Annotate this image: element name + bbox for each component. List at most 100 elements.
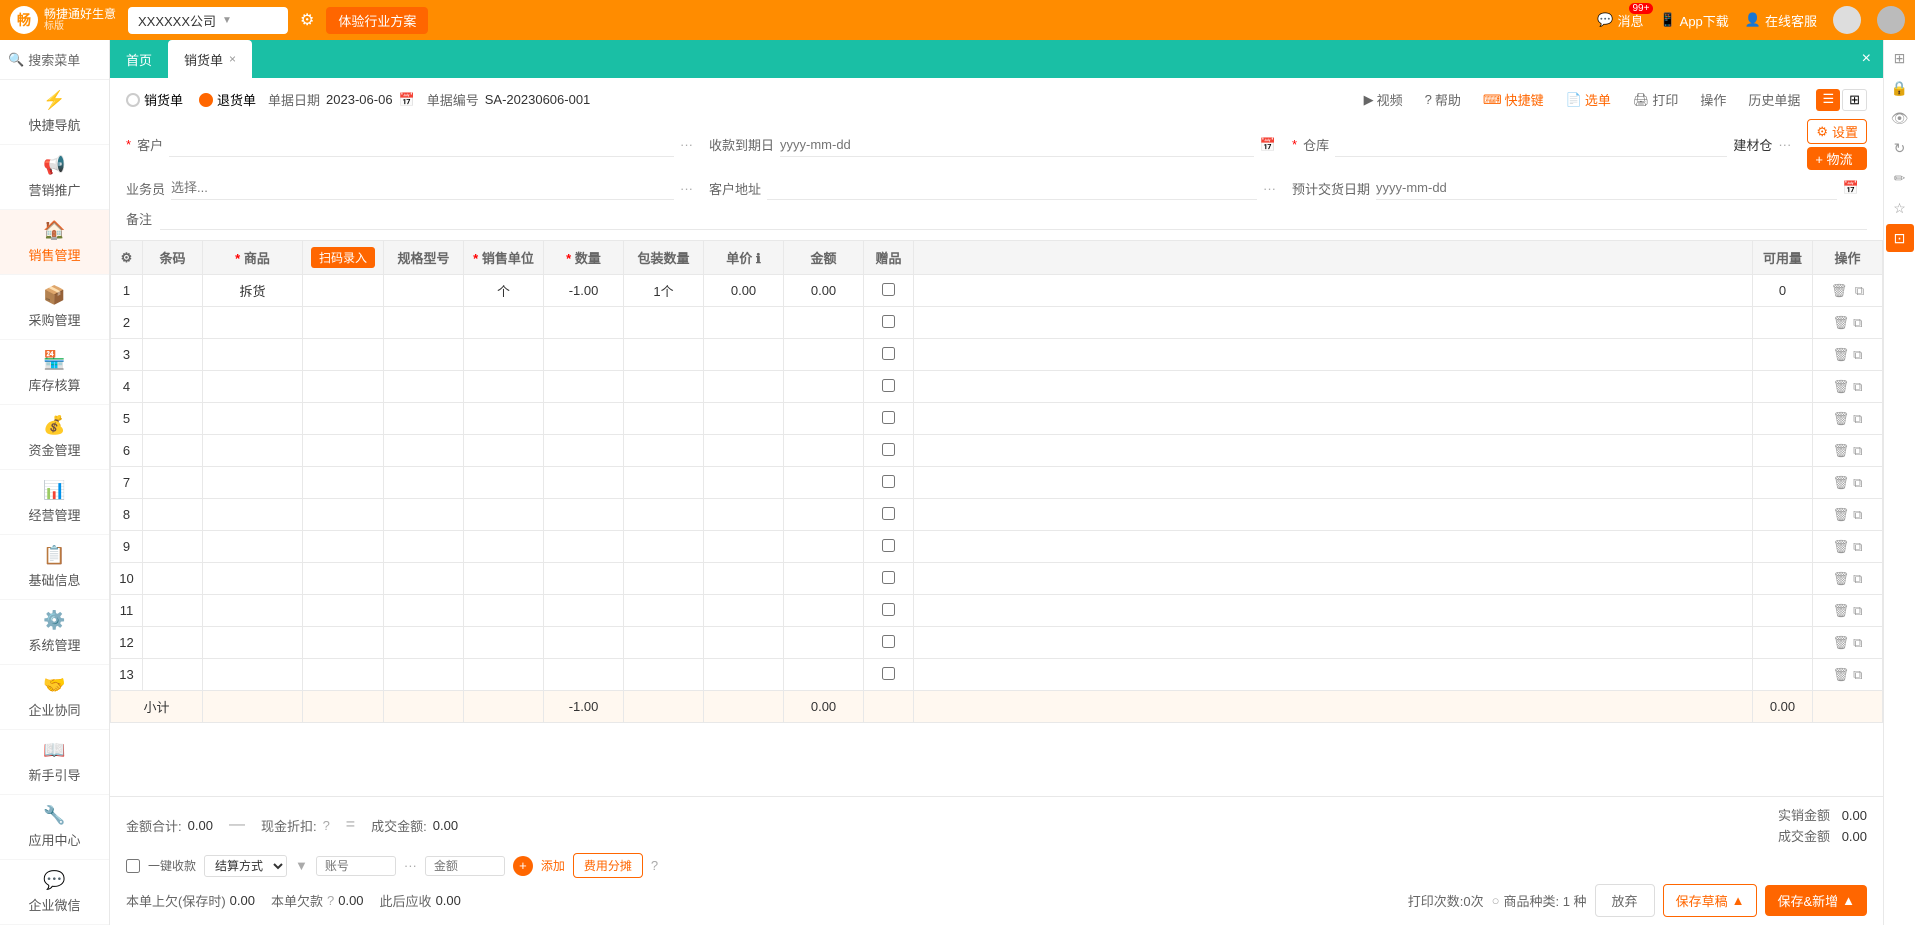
save-new-button[interactable]: 保存&新增 ▲ xyxy=(1765,885,1867,916)
fee-help-icon[interactable]: ? xyxy=(651,858,658,873)
cash-discount-help-icon[interactable]: ? xyxy=(323,818,330,833)
row-gift[interactable] xyxy=(864,275,914,307)
remarks-input[interactable] xyxy=(160,206,1867,230)
delete-icon[interactable]: 🗑 xyxy=(1833,411,1850,426)
radio-sale[interactable]: 销货单 xyxy=(126,90,183,109)
rs-eye-icon[interactable]: 👁 xyxy=(1886,104,1914,132)
rs-edit-icon[interactable]: ✏ xyxy=(1886,164,1914,192)
expected-calendar-icon[interactable]: 📅 xyxy=(1843,180,1859,196)
delete-icon[interactable]: 🗑 xyxy=(1833,571,1850,586)
toolbar-help[interactable]: ? 帮助 xyxy=(1419,88,1467,111)
sidebar-item-purchase[interactable]: 📦 采购管理 xyxy=(0,275,109,340)
delete-icon[interactable]: 🗑 xyxy=(1833,635,1850,650)
sidebar-item-basic-info[interactable]: 📋 基础信息 xyxy=(0,535,109,600)
avatar[interactable] xyxy=(1833,6,1861,34)
account-input[interactable] xyxy=(316,856,396,876)
logistics-button[interactable]: + 物流 xyxy=(1807,147,1867,170)
copy-icon[interactable]: ⧉ xyxy=(1853,475,1862,490)
rs-refresh-icon[interactable]: ↻ xyxy=(1886,134,1914,162)
salesperson-input[interactable] xyxy=(171,176,674,200)
deficit-help-icon[interactable]: ? xyxy=(327,893,334,908)
copy-icon[interactable]: ⧉ xyxy=(1853,539,1862,554)
copy-icon[interactable]: ⧉ xyxy=(1853,571,1862,586)
save-draft-button[interactable]: 保存草稿 ▲ xyxy=(1663,884,1758,917)
payment-date-input[interactable] xyxy=(780,133,1254,157)
sidebar-item-quick-nav[interactable]: ⚡ 快捷导航 xyxy=(0,80,109,145)
toolbar-shortcut[interactable]: ⌨ 快捷键 xyxy=(1477,88,1550,111)
row-pack-qty[interactable]: 1个 xyxy=(624,275,704,307)
copy-icon[interactable]: ⧉ xyxy=(1855,283,1864,298)
sidebar-item-enterprise[interactable]: 🤝 企业协同 xyxy=(0,665,109,730)
copy-icon[interactable]: ⧉ xyxy=(1853,507,1862,522)
abandon-button[interactable]: 放弃 xyxy=(1595,884,1655,917)
sidebar-item-system[interactable]: ⚙️ 系统管理 xyxy=(0,600,109,665)
copy-icon[interactable]: ⧉ xyxy=(1853,667,1862,682)
tab-home[interactable]: 首页 xyxy=(110,40,168,78)
row-spec[interactable] xyxy=(384,275,464,307)
settings-button[interactable]: ⚙ 设置 xyxy=(1807,119,1867,144)
company-selector[interactable]: XXXXXX公司 ▼ xyxy=(128,7,288,34)
gift-checkbox[interactable] xyxy=(882,667,895,680)
add-payment-button[interactable]: + xyxy=(513,856,533,876)
sidebar-item-wechat[interactable]: 💬 企业微信 xyxy=(0,860,109,925)
product-types-radio-icon[interactable]: ○ xyxy=(1492,893,1500,908)
gift-checkbox[interactable] xyxy=(882,283,895,296)
toolbar-history[interactable]: 历史单据 xyxy=(1742,88,1806,111)
gift-checkbox[interactable] xyxy=(882,635,895,648)
delete-icon[interactable]: 🗑 xyxy=(1831,283,1848,298)
delete-icon[interactable]: 🗑 xyxy=(1833,667,1850,682)
delete-icon[interactable]: 🗑 xyxy=(1833,315,1850,330)
payment-calendar-icon[interactable]: 📅 xyxy=(1260,137,1276,153)
gift-checkbox[interactable] xyxy=(882,379,895,392)
gift-checkbox[interactable] xyxy=(882,507,895,520)
copy-icon[interactable]: ⧉ xyxy=(1853,635,1862,650)
toolbar-select[interactable]: 📄 选单 xyxy=(1560,88,1617,111)
col-settings-header[interactable]: ⚙ xyxy=(111,241,143,275)
sidebar-item-finance[interactable]: 💰 资金管理 xyxy=(0,405,109,470)
tab-close-icon[interactable]: × xyxy=(229,52,236,66)
gift-checkbox[interactable] xyxy=(882,475,895,488)
copy-icon[interactable]: ⧉ xyxy=(1853,347,1862,362)
gift-checkbox[interactable] xyxy=(882,539,895,552)
salesperson-dots[interactable]: ··· xyxy=(680,181,693,196)
scan-button[interactable]: 扫码录入 xyxy=(311,247,375,268)
gift-checkbox[interactable] xyxy=(882,411,895,424)
delete-icon[interactable]: 🗑 xyxy=(1833,539,1850,554)
sidebar-item-sales[interactable]: 🏠 销售管理 xyxy=(0,210,109,275)
gift-checkbox[interactable] xyxy=(882,443,895,456)
customer-dots[interactable]: ··· xyxy=(680,137,693,152)
row-unit[interactable]: 个 xyxy=(464,275,544,307)
sidebar-item-marketing[interactable]: 📢 营销推广 xyxy=(0,145,109,210)
row-quantity[interactable]: -1.00 xyxy=(544,275,624,307)
delete-icon[interactable]: 🗑 xyxy=(1833,443,1850,458)
row-product[interactable]: 拆货 xyxy=(203,275,303,307)
copy-icon[interactable]: ⧉ xyxy=(1853,443,1862,458)
sidebar-item-guide[interactable]: 📖 新手引导 xyxy=(0,730,109,795)
fee-split-button[interactable]: 费用分摊 xyxy=(573,853,643,878)
app-download-button[interactable]: 📱 App下载 xyxy=(1659,11,1728,30)
one-click-payment-checkbox[interactable] xyxy=(126,859,140,873)
row-amount[interactable]: 0.00 xyxy=(784,275,864,307)
customer-addr-input[interactable] xyxy=(767,176,1257,200)
tab-bar-close-icon[interactable]: × xyxy=(1850,50,1883,68)
avatar-2[interactable] xyxy=(1877,6,1905,34)
account-dots[interactable]: ··· xyxy=(404,858,417,873)
delete-icon[interactable]: 🗑 xyxy=(1833,603,1850,618)
toolbar-video[interactable]: ▶ 视频 xyxy=(1358,88,1409,111)
settlement-chevron-icon[interactable]: ▼ xyxy=(295,858,308,873)
row-unit-price[interactable]: 0.00 xyxy=(704,275,784,307)
rs-lock-icon[interactable]: 🔒 xyxy=(1886,74,1914,102)
toolbar-operation[interactable]: 操作 xyxy=(1694,88,1732,111)
date-calendar-icon[interactable]: 📅 xyxy=(399,92,415,108)
rs-star-icon[interactable]: ☆ xyxy=(1886,194,1914,222)
online-service-button[interactable]: 👤 在线客服 xyxy=(1745,11,1817,30)
gift-checkbox[interactable] xyxy=(882,603,895,616)
sidebar-item-app-center[interactable]: 🔧 应用中心 xyxy=(0,795,109,860)
gift-checkbox[interactable] xyxy=(882,571,895,584)
gift-checkbox[interactable] xyxy=(882,347,895,360)
customer-addr-dots[interactable]: ··· xyxy=(1263,181,1276,196)
radio-return[interactable]: 退货单 xyxy=(199,90,256,109)
sidebar-search[interactable]: 🔍 搜索菜单 xyxy=(0,40,109,80)
trial-button[interactable]: 体验行业方案 xyxy=(326,7,428,34)
view-list-icon[interactable]: ☰ xyxy=(1816,89,1840,111)
